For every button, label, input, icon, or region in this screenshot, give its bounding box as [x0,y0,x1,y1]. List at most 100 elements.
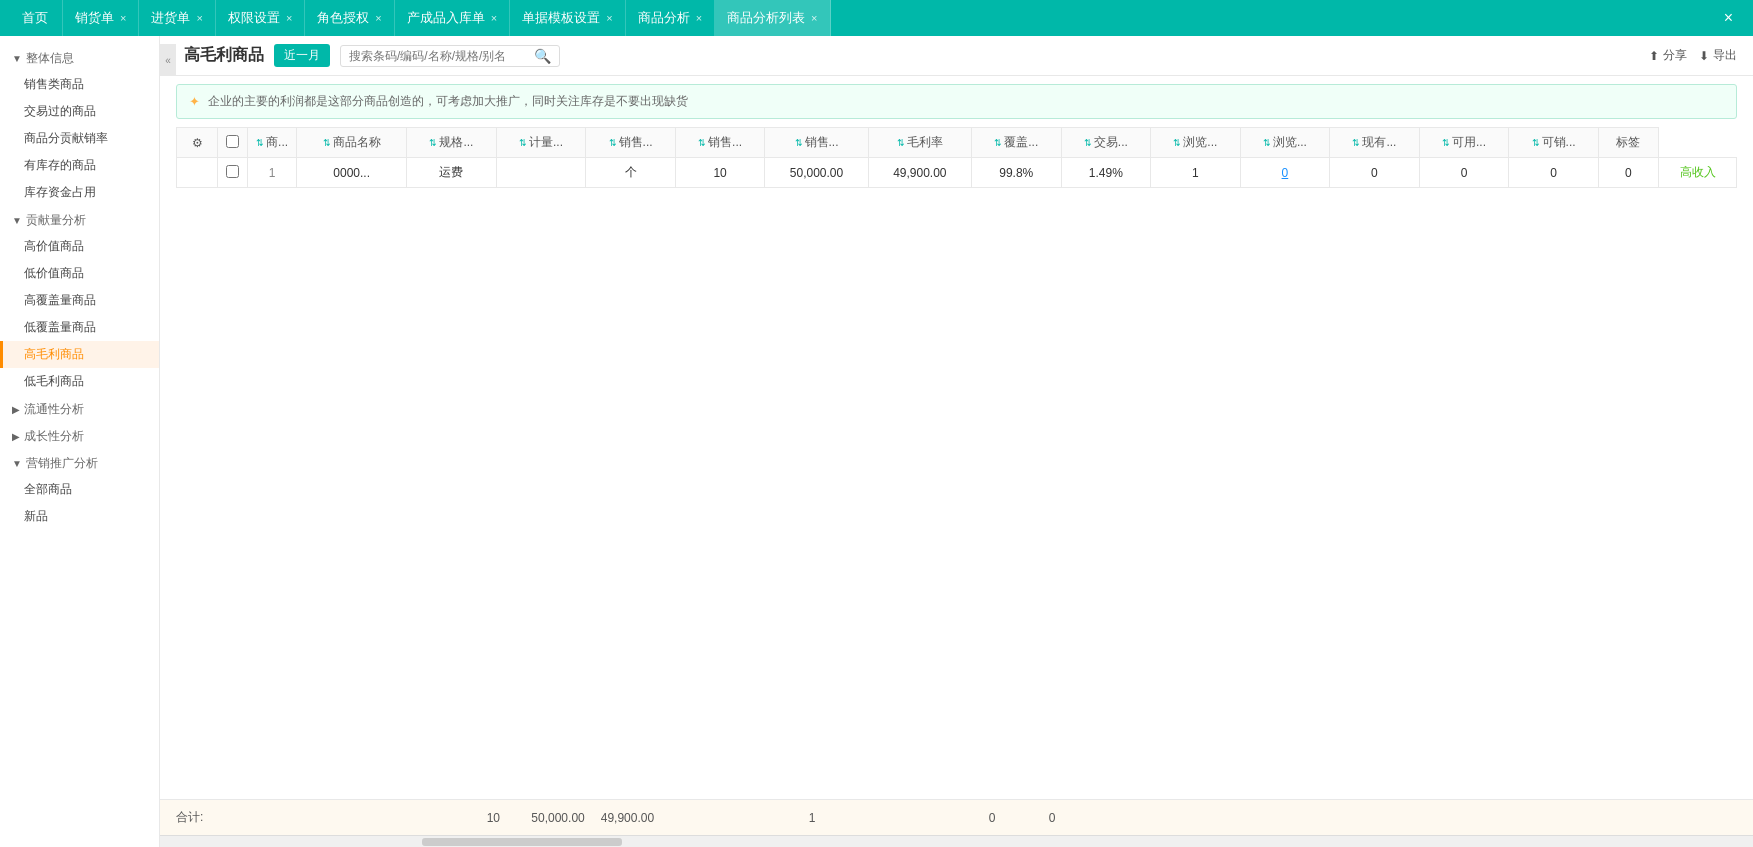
content-header: 高毛利商品 近一月 🔍 ⬆ 分享 ⬇ 导出 [160,36,1753,76]
sidebar-item-low-coverage[interactable]: 低覆盖量商品 [0,314,159,341]
sidebar-item-traded-goods[interactable]: 交易过的商品 [0,98,159,125]
col-trade[interactable]: ⇅交易... [1061,128,1151,158]
nav-analysis-list[interactable]: 商品分析列表 × [715,0,830,36]
col-unit[interactable]: ⇅计量... [496,128,586,158]
row-browse1[interactable]: 0 [1240,158,1330,188]
search-icon[interactable]: 🔍 [534,48,551,64]
sidebar-group-growth[interactable]: ▶ 成长性分析 [0,422,159,449]
col-browse1[interactable]: ⇅浏览... [1151,128,1241,158]
col-sales-amt[interactable]: ⇅销售... [675,128,765,158]
col-settings[interactable]: ⚙ [177,128,218,158]
arrow-marketing: ▼ [12,458,22,469]
select-all-checkbox[interactable] [226,135,239,148]
close-analysis-list-tab[interactable]: × [811,12,817,24]
col-margin-rate[interactable]: ⇅毛利率 [868,128,971,158]
footer-cell-empty3 [343,811,403,825]
period-button[interactable]: 近一月 [274,44,330,67]
footer-sales-cost: 49,900.00 [593,811,662,825]
footer-cell-empty1 [223,811,283,825]
nav-analysis[interactable]: 商品分析 × [626,0,715,36]
col-code[interactable]: ⇅商... [248,128,297,158]
sidebar-item-low-value[interactable]: 低价值商品 [0,260,159,287]
footer-available: 0 [1022,811,1082,825]
col-available[interactable]: ⇅可用... [1419,128,1509,158]
footer-empty-coverage [722,811,782,825]
export-icon: ⬇ [1699,49,1709,63]
sidebar-group-overall[interactable]: ▼ 整体信息 [0,44,159,71]
nav-purchase[interactable]: 进货单 × [139,0,215,36]
row-margin-rate: 99.8% [972,158,1062,188]
nav-home[interactable]: 首页 [8,0,63,36]
close-permission-tab[interactable]: × [286,12,292,24]
sidebar-item-high-coverage[interactable]: 高覆盖量商品 [0,287,159,314]
sidebar-group-growth-label: 成长性分析 [24,428,84,445]
share-icon: ⬆ [1649,49,1659,63]
search-input[interactable] [349,49,534,63]
sidebar-group-liquidity[interactable]: ▶ 流通性分析 [0,395,159,422]
top-navigation: 首页 销货单 × 进货单 × 权限设置 × 角色授权 × 产成品入库单 × 单据… [0,0,1753,36]
sidebar-item-stock-goods[interactable]: 有库存的商品 [0,152,159,179]
col-current-stock[interactable]: ⇅现有... [1330,128,1420,158]
share-button[interactable]: ⬆ 分享 [1649,47,1687,64]
footer-bar: 合计: 10 50,000.00 49,900.00 1 0 0 [160,799,1753,835]
close-purchase-tab[interactable]: × [196,12,202,24]
col-saleable[interactable]: ⇅可销... [1509,128,1599,158]
row-sales-amt: 50,000.00 [765,158,868,188]
close-product-tab[interactable]: × [491,12,497,24]
sidebar-group-liquidity-label: 流通性分析 [24,401,84,418]
sidebar-group-marketing[interactable]: ▼ 营销推广分析 [0,449,159,476]
sidebar-group-marketing-label: 营销推广分析 [26,455,98,472]
sort-code: ⇅ [256,138,264,148]
row-unit: 个 [586,158,676,188]
bottom-scrollbar[interactable] [160,835,1753,847]
sidebar-item-contribution[interactable]: 商品分贡献销率 [0,125,159,152]
nav-role[interactable]: 角色授权 × [305,0,394,36]
col-spec[interactable]: ⇅规格... [407,128,497,158]
row-tag: 高收入 [1659,158,1737,188]
row-checkbox[interactable] [218,158,248,188]
close-sales-tab[interactable]: × [120,12,126,24]
table-header-row: ⚙ ⇅商... ⇅商品名称 ⇅规格... ⇅计量... ⇅销售... ⇅销售..… [177,128,1737,158]
export-button[interactable]: ⬇ 导出 [1699,47,1737,64]
row-saleable: 0 [1598,158,1658,188]
sidebar-item-sales-goods[interactable]: 销售类商品 [0,71,159,98]
close-role-tab[interactable]: × [375,12,381,24]
col-sales-qty[interactable]: ⇅销售... [586,128,676,158]
table-body: 1 0000... 运费 个 10 50,000.00 49,900.00 99… [177,158,1737,188]
sidebar-group-overall-label: 整体信息 [26,50,74,67]
nav-sales[interactable]: 销货单 × [63,0,139,36]
footer-empty-browse2 [902,811,962,825]
sidebar-item-all-goods[interactable]: 全部商品 [0,476,159,503]
close-template-tab[interactable]: × [606,12,612,24]
header-actions: ⬆ 分享 ⬇ 导出 [1649,47,1737,64]
sidebar-item-high-margin[interactable]: 高毛利商品 [0,341,159,368]
sidebar-group-contribution[interactable]: ▼ 贡献量分析 [0,206,159,233]
sidebar-toggle-button[interactable]: « [160,44,176,76]
col-sales-cost[interactable]: ⇅销售... [765,128,868,158]
page-title: 高毛利商品 [184,45,264,66]
row-sales-qty: 10 [675,158,765,188]
col-tag[interactable]: 标签 [1598,128,1658,158]
nav-product[interactable]: 产成品入库单 × [395,0,510,36]
nav-template[interactable]: 单据模板设置 × [510,0,625,36]
row-spec [496,158,586,188]
main-layout: ▼ 整体信息 销售类商品 交易过的商品 商品分贡献销率 有库存的商品 库存资金占… [0,36,1753,847]
table-row: 1 0000... 运费 个 10 50,000.00 49,900.00 99… [177,158,1737,188]
scroll-thumb[interactable] [422,838,622,846]
footer-empty-saleable [1082,811,1142,825]
sidebar-item-stock-capital[interactable]: 库存资金占用 [0,179,159,206]
close-analysis-tab[interactable]: × [696,12,702,24]
sidebar-item-high-value[interactable]: 高价值商品 [0,233,159,260]
col-checkbox[interactable] [218,128,248,158]
col-browse2[interactable]: ⇅浏览... [1240,128,1330,158]
sidebar-item-new-goods[interactable]: 新品 [0,503,159,530]
col-coverage[interactable]: ⇅覆盖... [972,128,1062,158]
footer-cell-empty2 [283,811,343,825]
close-all-button[interactable]: × [1712,9,1745,27]
sidebar-item-low-margin[interactable]: 低毛利商品 [0,368,159,395]
table-wrapper: ⚙ ⇅商... ⇅商品名称 ⇅规格... ⇅计量... ⇅销售... ⇅销售..… [160,127,1753,799]
nav-home-label: 首页 [22,9,48,27]
row-code: 0000... [297,158,407,188]
nav-permission[interactable]: 权限设置 × [216,0,305,36]
col-name[interactable]: ⇅商品名称 [297,128,407,158]
